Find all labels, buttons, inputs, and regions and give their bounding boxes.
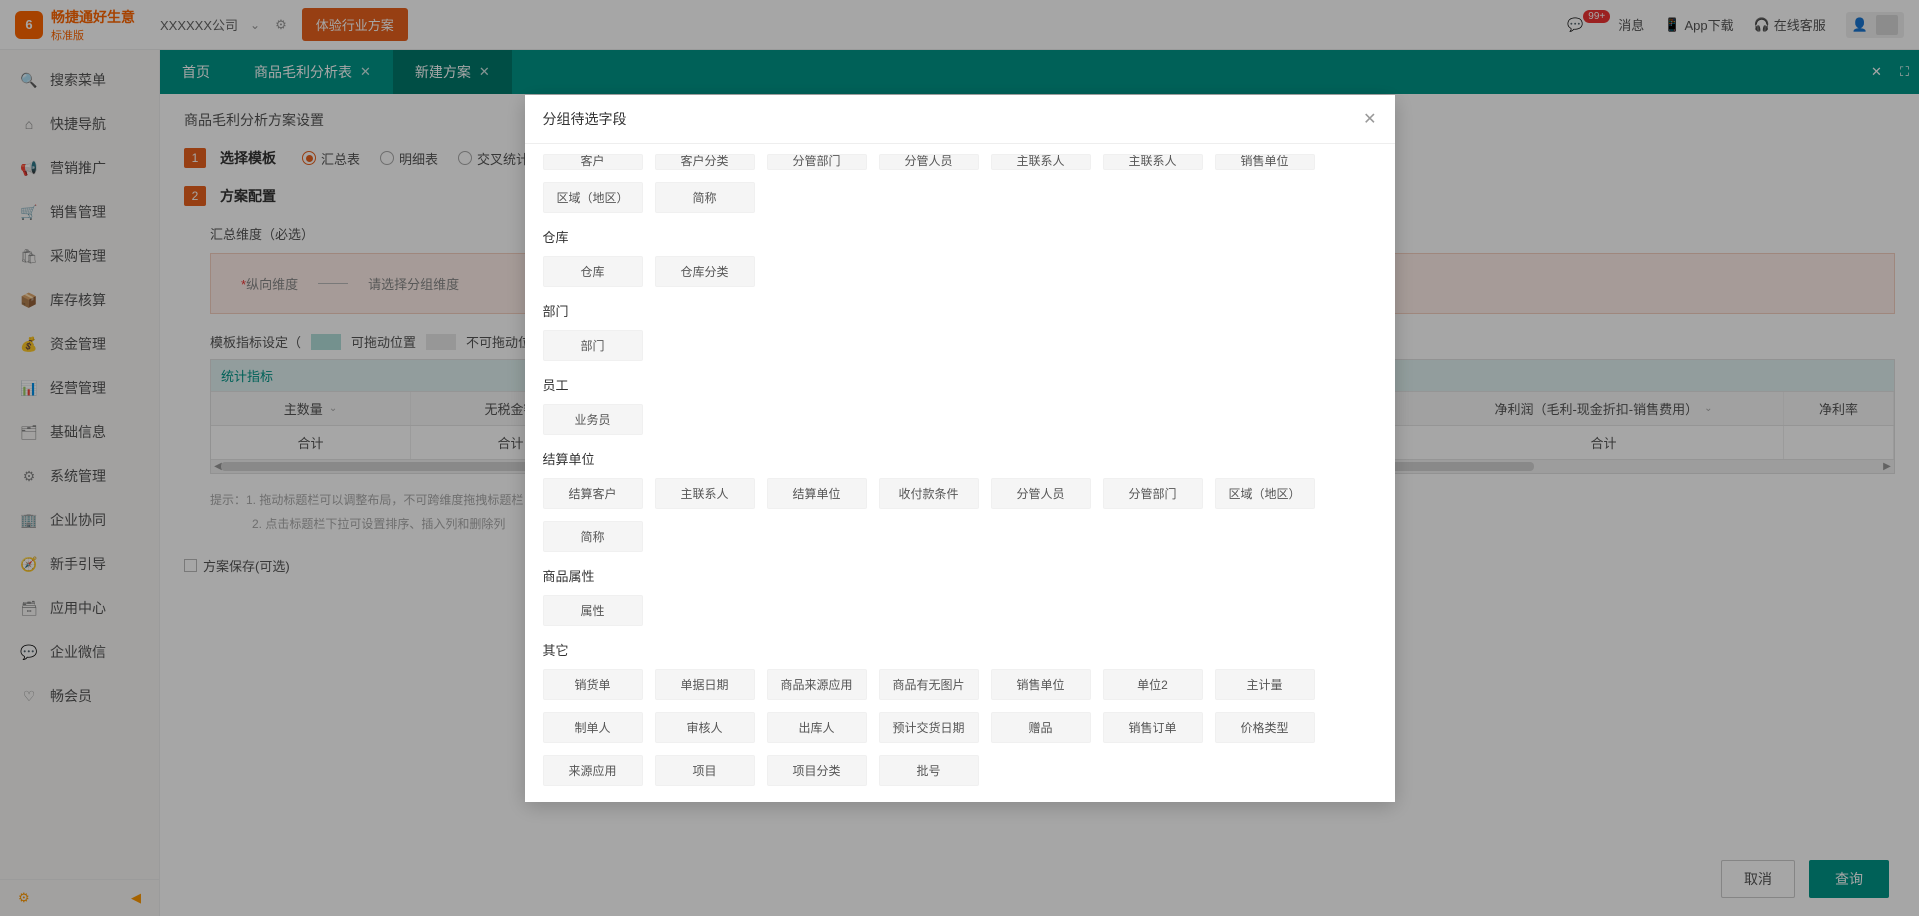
field-chip[interactable]: 单位2 xyxy=(1103,669,1203,700)
field-chip[interactable]: 分管部门 xyxy=(1103,478,1203,509)
field-group-title: 结算单位 xyxy=(543,449,1377,468)
field-group-title: 员工 xyxy=(543,375,1377,394)
chip-row: 业务员 xyxy=(543,404,1377,435)
field-chip[interactable]: 销售单位 xyxy=(1215,154,1315,170)
field-chip[interactable]: 项目分类 xyxy=(767,755,867,786)
field-group-title: 部门 xyxy=(543,301,1377,320)
field-chip[interactable]: 区域（地区） xyxy=(1215,478,1315,509)
field-chip[interactable]: 简称 xyxy=(543,521,643,552)
field-chip[interactable]: 收付款条件 xyxy=(879,478,979,509)
field-chip[interactable]: 分管部门 xyxy=(767,154,867,170)
field-modal: 分组待选字段 ✕ 客户客户分类分管部门分管人员主联系人主联系人销售单位 区域（地… xyxy=(525,95,1395,802)
field-group-title: 仓库 xyxy=(543,227,1377,246)
field-chip[interactable]: 商品来源应用 xyxy=(767,669,867,700)
field-chip[interactable]: 仓库分类 xyxy=(655,256,755,287)
field-chip[interactable]: 分管人员 xyxy=(879,154,979,170)
field-chip[interactable]: 审核人 xyxy=(655,712,755,743)
chip-row: 区域（地区） 简称 xyxy=(543,182,1377,213)
field-chip[interactable]: 项目 xyxy=(655,755,755,786)
field-chip[interactable]: 价格类型 xyxy=(1215,712,1315,743)
field-chip[interactable]: 结算单位 xyxy=(767,478,867,509)
field-chip[interactable]: 主联系人 xyxy=(991,154,1091,170)
modal-scroll[interactable]: 客户客户分类分管部门分管人员主联系人主联系人销售单位 区域（地区）简称 仓库仓库… xyxy=(543,154,1391,792)
field-chip[interactable]: 区域（地区） xyxy=(543,182,643,213)
field-chip[interactable]: 主计量 xyxy=(1215,669,1315,700)
field-chip[interactable]: 属性 xyxy=(543,595,643,626)
field-group-title: 其它 xyxy=(543,640,1377,659)
field-chip[interactable]: 赠品 xyxy=(991,712,1091,743)
partial-chip-row: 客户客户分类分管部门分管人员主联系人主联系人销售单位 xyxy=(543,154,1377,170)
field-chip[interactable]: 单据日期 xyxy=(655,669,755,700)
field-chip[interactable]: 客户 xyxy=(543,154,643,170)
field-chip[interactable]: 出库人 xyxy=(767,712,867,743)
chip-row: 销货单单据日期商品来源应用商品有无图片销售单位单位2 主计量制单人审核人出库人预计… xyxy=(543,669,1377,786)
field-chip[interactable]: 销售单位 xyxy=(991,669,1091,700)
field-chip[interactable]: 制单人 xyxy=(543,712,643,743)
field-chip[interactable]: 分管人员 xyxy=(991,478,1091,509)
field-chip[interactable]: 客户分类 xyxy=(655,154,755,170)
chip-row: 属性 xyxy=(543,595,1377,626)
field-chip[interactable]: 商品有无图片 xyxy=(879,669,979,700)
close-icon[interactable]: ✕ xyxy=(1363,109,1376,129)
field-chip[interactable]: 仓库 xyxy=(543,256,643,287)
field-chip[interactable]: 销售订单 xyxy=(1103,712,1203,743)
field-chip[interactable]: 预计交货日期 xyxy=(879,712,979,743)
field-chip[interactable]: 业务员 xyxy=(543,404,643,435)
field-chip[interactable]: 来源应用 xyxy=(543,755,643,786)
chip-row: 部门 xyxy=(543,330,1377,361)
chip-row: 仓库仓库分类 xyxy=(543,256,1377,287)
field-chip[interactable]: 主联系人 xyxy=(655,478,755,509)
field-chip[interactable]: 批号 xyxy=(879,755,979,786)
field-chip[interactable]: 简称 xyxy=(655,182,755,213)
chip-row: 结算客户主联系人结算单位收付款条件分管人员分管部门区域（地区） 简称 xyxy=(543,478,1377,552)
modal-title: 分组待选字段 xyxy=(543,109,627,129)
field-chip[interactable]: 主联系人 xyxy=(1103,154,1203,170)
field-group-title: 商品属性 xyxy=(543,566,1377,585)
field-chip[interactable]: 部门 xyxy=(543,330,643,361)
modal-header: 分组待选字段 ✕ xyxy=(525,95,1395,144)
field-chip[interactable]: 结算客户 xyxy=(543,478,643,509)
modal-body: 客户客户分类分管部门分管人员主联系人主联系人销售单位 区域（地区）简称 仓库仓库… xyxy=(525,144,1395,802)
field-chip[interactable]: 销货单 xyxy=(543,669,643,700)
